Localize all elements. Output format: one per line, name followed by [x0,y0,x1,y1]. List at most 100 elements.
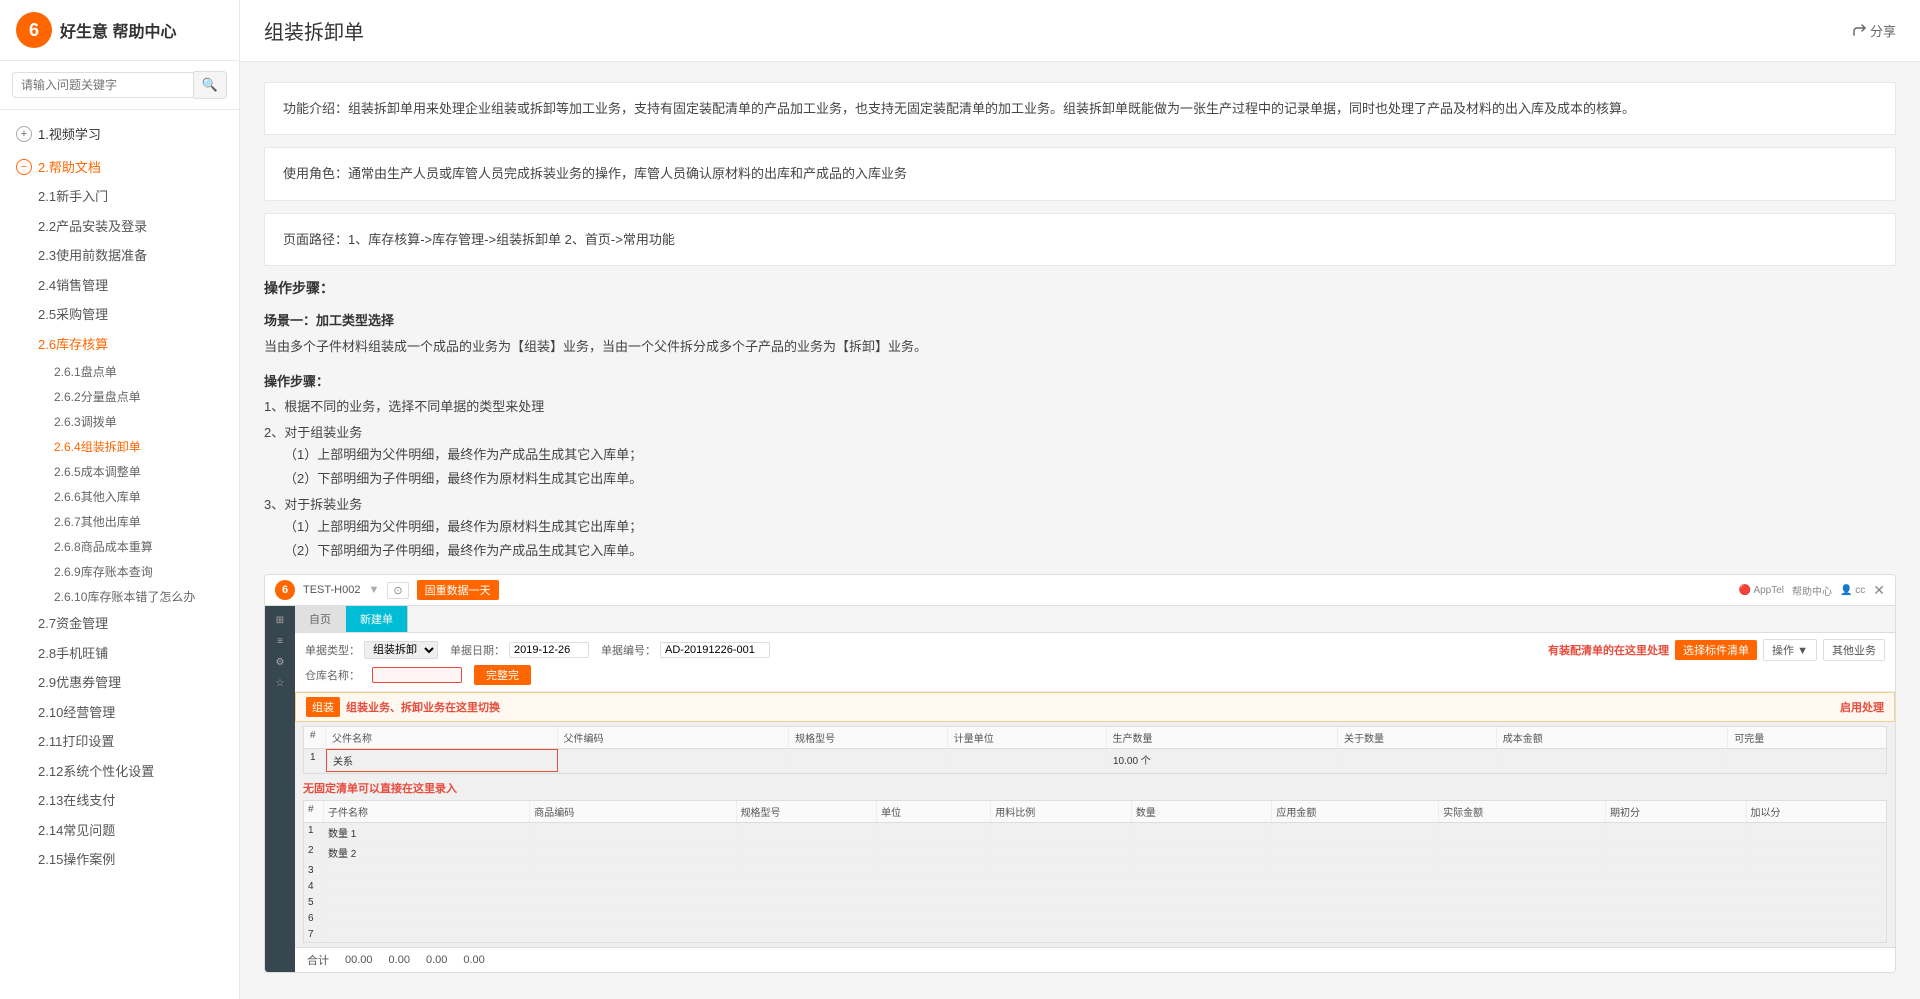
lt-row-6: 6 [304,911,1886,927]
sidebar: 6 好生意 帮助中心 🔍 + 1.视频学习 − 2.帮助文档 2.1新手入门 2… [0,0,240,999]
sidebar-item-video[interactable]: + 1.视频学习 [0,118,239,149]
lt-r1-code [530,823,736,842]
sidebar-item-customization[interactable]: 2.12系统个性化设置 [38,757,239,787]
sidebar-item-sales[interactable]: 2.4销售管理 [38,271,239,301]
path-desc-text: 页面路径：1、库存核算->库存管理->组装拆卸单 2、首页->常用功能 [283,232,675,247]
row1-code [558,749,789,772]
row1-unit [948,749,1107,772]
step-1: 1、根据不同的业务，选择不同单据的类型来处理 [264,396,1896,418]
search-button[interactable]: 🔍 [194,71,227,99]
lt-col-ratio: 用料比例 [991,801,1132,822]
lt-col-qty: 数量 [1132,801,1273,822]
function-desc-block: 功能介绍：组装拆卸单用来处理企业组装或拆卸等加工业务，支持有固定装配清单的产品加… [264,82,1896,135]
form-date: 单据日期： [450,642,589,658]
assembly-toggle[interactable]: 组装 [306,697,340,717]
row1-prod-qty: 10.00 个 [1107,749,1338,772]
page-header: 组装拆卸单 分享 [240,0,1920,62]
close-icon[interactable]: ✕ [1873,582,1885,599]
sidebar-item-beginner[interactable]: 2.1新手入门 [38,182,239,212]
lt-r1-qty [1132,823,1273,842]
lt-r1-ratio [991,823,1132,842]
topbar-help: 帮助中心 [1792,583,1832,598]
sidebar-item-case[interactable]: 2.15操作案例 [38,845,239,875]
sidebar-item-assembly[interactable]: 2.6.4组装拆卸单 [54,434,239,459]
sidebar-item-data-prep[interactable]: 2.3使用前数据准备 [38,241,239,271]
step-2: 2、对于组装业务 （1）上部明细为父件明细，最终作为产成品生成其它入库单； （2… [264,422,1896,490]
lt-r1-idx: 1 [304,823,324,842]
sidebar-item-mobile[interactable]: 2.8手机旺铺 [38,639,239,669]
date-label: 单据日期： [450,642,505,658]
annotation-top-label: 有装配清单的在这里处理 [1548,642,1669,658]
warehouse-input[interactable] [372,667,462,683]
lt-row-7: 7 [304,927,1886,942]
action-btn-3[interactable]: 其他业务 [1823,639,1885,661]
topbar-user: 👤 cc [1840,585,1865,596]
sub-step-list-disassembly: （1）上部明细为父件明细，最终作为原材料生成其它出库单； （2）下部明细为子件明… [264,516,1896,562]
lt-r1-name: 数量 1 [324,823,530,842]
order-input[interactable] [660,642,770,658]
sidebar-item-other-out[interactable]: 2.6.7其他出库单 [54,509,239,534]
tab-new[interactable]: 新建单 [346,606,408,632]
lt-row-3: 3 [304,863,1886,879]
icon-star: ☆ [276,675,285,692]
sidebar-item-inventory[interactable]: 2.6库存核算 [38,330,239,360]
col-spec: 规格型号 [789,727,948,748]
topbar-right: 🔴 AppTel 帮助中心 👤 cc ✕ [1739,582,1885,599]
sidebar-item-cost-recalc[interactable]: 2.6.8商品成本重算 [54,534,239,559]
enable-area: 启用处理 [506,699,1884,715]
select-bom-button[interactable]: 选择标件清单 [1675,640,1757,660]
scenario-title: 场景一：加工类型选择 [264,310,1896,329]
share-button[interactable]: 分享 [1852,21,1896,40]
sidebar-item-online-pay[interactable]: 2.13在线支付 [38,786,239,816]
lt-col-actual-amt: 实际金额 [1439,801,1606,822]
sidebar-item-stocktake[interactable]: 2.6.1盘点单 [54,359,239,384]
order-label: 单据编号： [601,642,656,658]
sidebar-item-other-in[interactable]: 2.6.6其他入库单 [54,484,239,509]
footer-total-label: 合计 [307,952,329,968]
sidebar-item-finance[interactable]: 2.7资金管理 [38,609,239,639]
topbar-status: ⊙ [387,582,408,599]
action-btn-2[interactable]: 操作 ▼ [1763,639,1817,661]
step-3: 3、对于拆装业务 （1）上部明细为父件明细，最终作为原材料生成其它出库单； （2… [264,494,1896,562]
sidebar-item-stock-ledger[interactable]: 2.6.9库存账本查询 [54,559,239,584]
sidebar-item-purchase[interactable]: 2.5采购管理 [38,300,239,330]
nav-section-video: + 1.视频学习 [0,118,239,149]
row1-name[interactable]: 关系 [326,749,558,772]
type-label: 单据类型： [305,642,360,658]
lower-table-header: # 子件名称 商品编码 规格型号 单位 用料比例 数量 应用金额 实际金额 期初… [304,801,1886,823]
lt-col-name: 子件名称 [324,801,530,822]
lt-r1-add [1747,823,1887,842]
step-list: 1、根据不同的业务，选择不同单据的类型来处理 2、对于组装业务 （1）上部明细为… [264,396,1896,563]
col-unit: 计量单位 [948,727,1107,748]
operations-section: 操作步骤： 场景一：加工类型选择 当由多个子件材料组装成一个成品的业务为【组装】… [264,278,1896,562]
sidebar-item-ops[interactable]: 2.10经营管理 [38,698,239,728]
col-about-qty: 关于数量 [1338,727,1497,748]
sidebar-item-install[interactable]: 2.2产品安装及登录 [38,212,239,242]
sidebar-item-ledger-error[interactable]: 2.6.10库存账本错了怎么办 [54,584,239,609]
sidebar-item-transfer[interactable]: 2.6.3调拨单 [54,409,239,434]
form-order: 单据编号： [601,642,770,658]
upper-table-row-1: 1 关系 10.00 个 [304,749,1886,773]
lt-col-begin: 期初分 [1606,801,1747,822]
search-input[interactable] [12,72,194,98]
sidebar-item-faq[interactable]: 2.14常见问题 [38,816,239,846]
sidebar-item-partial-stocktake[interactable]: 2.6.2分量盘点单 [54,384,239,409]
date-input[interactable] [509,642,589,658]
tab-home[interactable]: 自页 [295,606,346,632]
type-select[interactable]: 组装拆卸 [364,641,438,659]
operation-title: 操作步骤： [264,278,1896,298]
footer-val1: 00.00 [345,954,373,966]
sidebar-item-coupon[interactable]: 2.9优惠券管理 [38,668,239,698]
lt-r1-apply [1272,823,1439,842]
sidebar-item-print[interactable]: 2.11打印设置 [38,727,239,757]
lt-r2-idx: 2 [304,843,324,862]
col-avail: 可完量 [1728,727,1886,748]
company-id: TEST-H002 [303,584,360,596]
lt-r1-actual [1439,823,1606,842]
confirm-button[interactable]: 完整完 [474,665,531,685]
row1-cost [1497,749,1728,772]
sidebar-item-cost-adjust[interactable]: 2.6.5成本调整单 [54,459,239,484]
sidebar-nav: + 1.视频学习 − 2.帮助文档 2.1新手入门 2.2产品安装及登录 2.3… [0,110,239,999]
form-right-actions: 有装配清单的在这里处理 选择标件清单 操作 ▼ 其他业务 [782,639,1885,661]
sidebar-item-docs[interactable]: − 2.帮助文档 [0,151,239,182]
